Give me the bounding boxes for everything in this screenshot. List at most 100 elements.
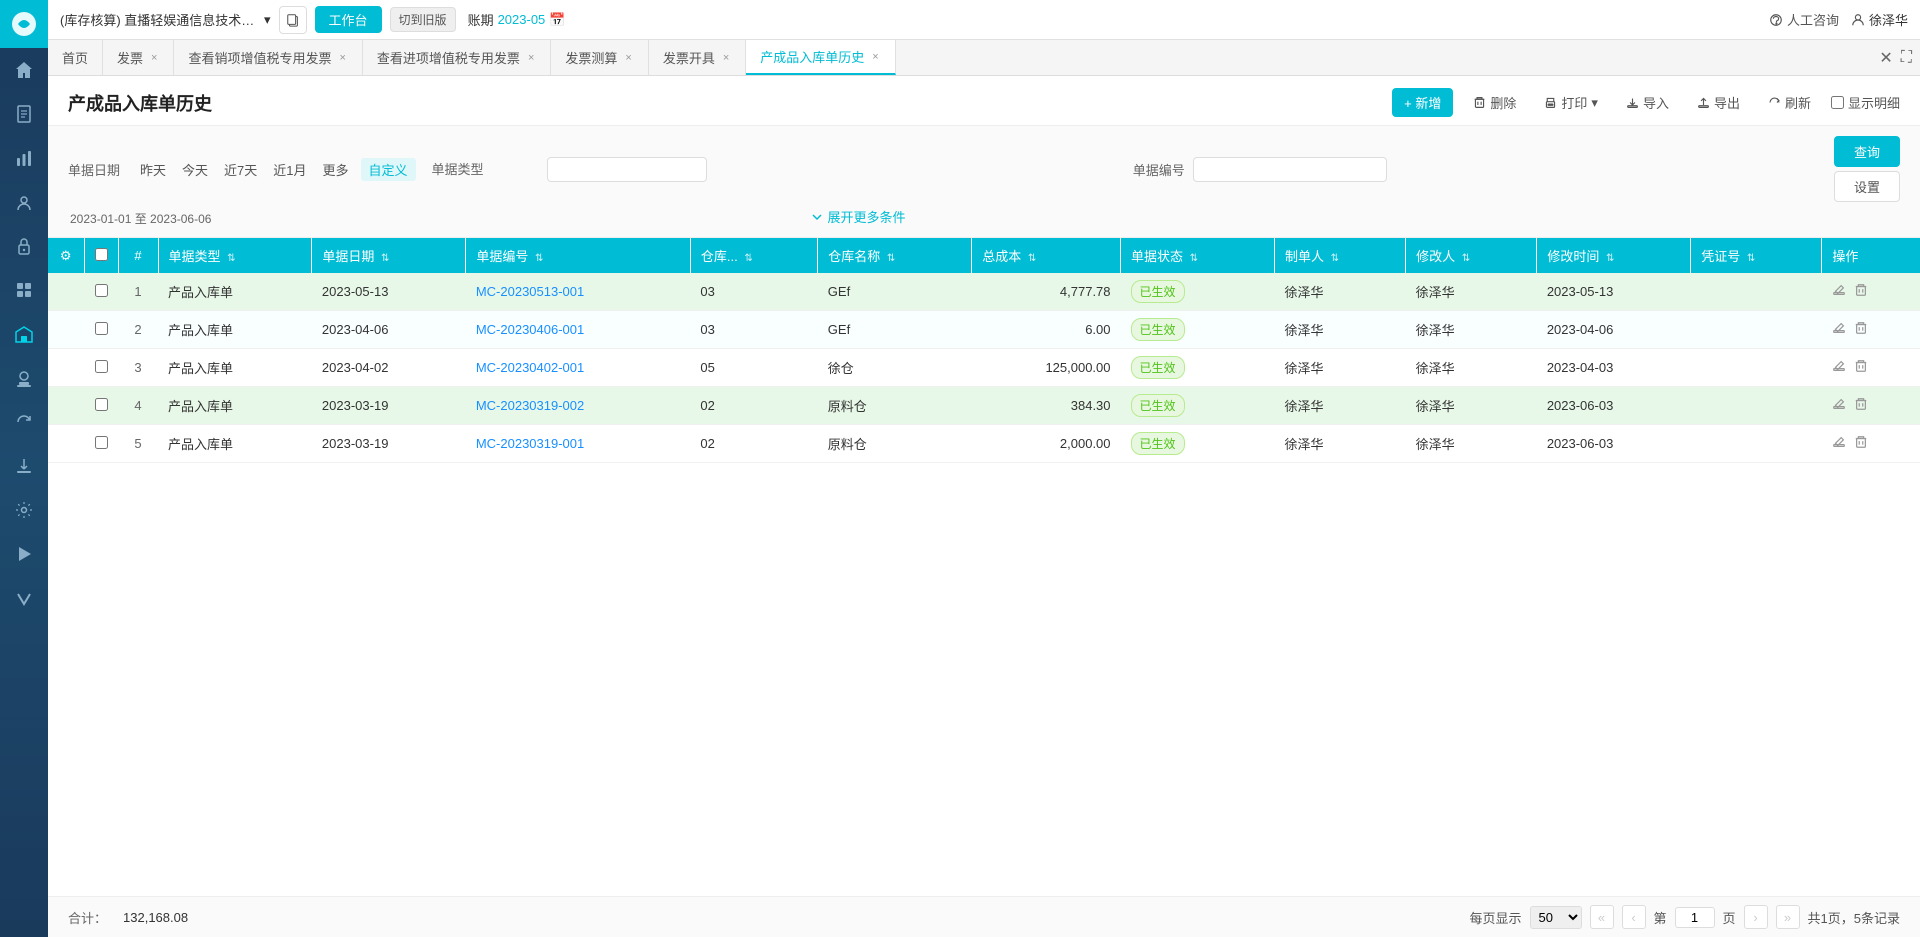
row-checkbox[interactable] <box>95 360 108 373</box>
delete-row-icon[interactable] <box>1854 359 1868 376</box>
number-link[interactable]: MC-20230513-001 <box>476 284 584 299</box>
expand-filter-button[interactable]: 展开更多条件 <box>811 207 905 226</box>
print-dropdown-icon[interactable]: ▾ <box>1591 95 1598 111</box>
tab-history-close[interactable]: × <box>870 50 880 64</box>
th-settings[interactable]: ⚙ <box>48 238 84 273</box>
sidebar-item-refresh[interactable] <box>0 400 48 444</box>
tab-invoice-close[interactable]: × <box>149 51 159 65</box>
new-button[interactable]: + 新增 <box>1392 88 1453 117</box>
delete-row-icon[interactable] <box>1854 283 1868 300</box>
number-link[interactable]: MC-20230406-001 <box>476 322 584 337</box>
prev-page-button[interactable]: ‹ <box>1622 905 1646 929</box>
next-page-button[interactable]: › <box>1744 905 1768 929</box>
sidebar-item-warehouse[interactable] <box>0 312 48 356</box>
tab-view-purchase-vat[interactable]: 查看进项增值税专用发票 × <box>363 40 551 75</box>
number-link[interactable]: MC-20230402-001 <box>476 360 584 375</box>
service-button[interactable]: 人工咨询 <box>1769 10 1839 29</box>
display-toggle-checkbox[interactable] <box>1831 96 1844 109</box>
tab-home[interactable]: 首页 <box>48 40 103 75</box>
page-label: 第 <box>1654 908 1667 927</box>
shortcut-custom[interactable]: 自定义 <box>361 158 416 181</box>
print-button[interactable]: 打印 ▾ <box>1536 89 1606 116</box>
per-page-select[interactable]: 50 100 <box>1530 906 1582 929</box>
tab-view-sales-vat[interactable]: 查看销项增值税专用发票 × <box>174 40 362 75</box>
last-page-button[interactable]: » <box>1776 905 1800 929</box>
sidebar-item-docs[interactable] <box>0 92 48 136</box>
tab-calc-close[interactable]: × <box>623 51 633 65</box>
shortcut-7days[interactable]: 近7天 <box>220 158 261 181</box>
cell-modify-time: 2023-04-03 <box>1537 349 1691 387</box>
tab-purchase-close[interactable]: × <box>526 51 536 65</box>
edit-icon[interactable] <box>1832 359 1846 376</box>
cell-date: 2023-03-19 <box>312 425 466 463</box>
row-checkbox[interactable] <box>95 398 108 411</box>
calendar-icon[interactable]: 📅 <box>549 12 565 28</box>
cell-checkbox <box>84 387 118 425</box>
shortcut-today[interactable]: 今天 <box>178 158 212 181</box>
cell-voucher <box>1691 425 1822 463</box>
sidebar-item-2[interactable] <box>0 180 48 224</box>
workbench-button[interactable]: 工作台 <box>315 6 382 33</box>
delete-button[interactable]: 删除 <box>1465 89 1524 116</box>
tab-open-close[interactable]: × <box>721 51 731 65</box>
cell-modify-time: 2023-05-13 <box>1537 273 1691 311</box>
delete-row-icon[interactable] <box>1854 321 1868 338</box>
tab-invoice[interactable]: 发票 × <box>103 40 174 75</box>
sidebar-item-lock[interactable] <box>0 224 48 268</box>
cell-action <box>1822 425 1920 463</box>
cell-modify-time: 2023-06-03 <box>1537 425 1691 463</box>
shortcut-yesterday[interactable]: 昨天 <box>136 158 170 181</box>
copy-button[interactable] <box>279 6 307 34</box>
row-checkbox[interactable] <box>95 284 108 297</box>
page-actions: + 新增 删除 打印 ▾ 导入 导出 <box>1392 88 1900 117</box>
refresh-button[interactable]: 刷新 <box>1760 89 1819 116</box>
set-button[interactable]: 设置 <box>1834 171 1900 202</box>
sidebar-item-grid[interactable] <box>0 268 48 312</box>
cell-modify-time: 2023-04-06 <box>1537 311 1691 349</box>
number-link[interactable]: MC-20230319-001 <box>476 436 584 451</box>
first-page-button[interactable]: « <box>1590 905 1614 929</box>
edit-icon[interactable] <box>1832 435 1846 452</box>
user-menu[interactable]: 徐泽华 <box>1851 10 1908 29</box>
delete-row-icon[interactable] <box>1854 397 1868 414</box>
row-checkbox[interactable] <box>95 322 108 335</box>
sidebar-item-settings[interactable] <box>0 488 48 532</box>
sidebar-item-home[interactable] <box>0 48 48 92</box>
page-number-input[interactable] <box>1675 907 1715 928</box>
sidebar-item-v[interactable] <box>0 576 48 620</box>
th-num: # <box>118 238 158 273</box>
cell-voucher <box>1691 387 1822 425</box>
sidebar-item-download[interactable] <box>0 444 48 488</box>
sidebar-logo[interactable] <box>0 0 48 48</box>
delete-row-icon[interactable] <box>1854 435 1868 452</box>
switch-version-button[interactable]: 切到旧版 <box>390 7 456 32</box>
tab-invoice-calc[interactable]: 发票测算 × <box>551 40 648 75</box>
close-all-tabs-button[interactable]: ✕ <box>1879 48 1892 68</box>
sidebar-item-play[interactable] <box>0 532 48 576</box>
query-button[interactable]: 查询 <box>1834 136 1900 167</box>
cell-voucher <box>1691 311 1822 349</box>
import-button[interactable]: 导入 <box>1618 89 1677 116</box>
row-checkbox[interactable] <box>95 436 108 449</box>
edit-icon[interactable] <box>1832 397 1846 414</box>
select-all-checkbox[interactable] <box>95 248 108 261</box>
cell-checkbox <box>84 311 118 349</box>
company-dropdown-icon[interactable]: ▾ <box>264 12 271 28</box>
edit-icon[interactable] <box>1832 283 1846 300</box>
maximize-button[interactable]: ⛶ <box>1901 49 1912 67</box>
edit-icon[interactable] <box>1832 321 1846 338</box>
sidebar-item-stamp[interactable] <box>0 356 48 400</box>
number-link[interactable]: MC-20230319-002 <box>476 398 584 413</box>
shortcut-1month[interactable]: 近1月 <box>269 158 310 181</box>
number-input[interactable] <box>1193 157 1387 182</box>
tab-sales-close[interactable]: × <box>337 51 347 65</box>
sidebar-item-chart[interactable] <box>0 136 48 180</box>
th-modifier: 修改人 ⇅ <box>1406 238 1537 273</box>
tab-product-history[interactable]: 产成品入库单历史 × <box>746 40 895 75</box>
type-select[interactable] <box>547 157 707 182</box>
tab-invoice-open[interactable]: 发票开具 × <box>649 40 746 75</box>
company-selector[interactable]: (库存核算) 直播轻娱通信息技术股份... ▾ <box>60 10 271 29</box>
th-voucher: 凭证号 ⇅ <box>1691 238 1822 273</box>
export-button[interactable]: 导出 <box>1689 89 1748 116</box>
shortcut-more[interactable]: 更多 <box>319 158 353 181</box>
